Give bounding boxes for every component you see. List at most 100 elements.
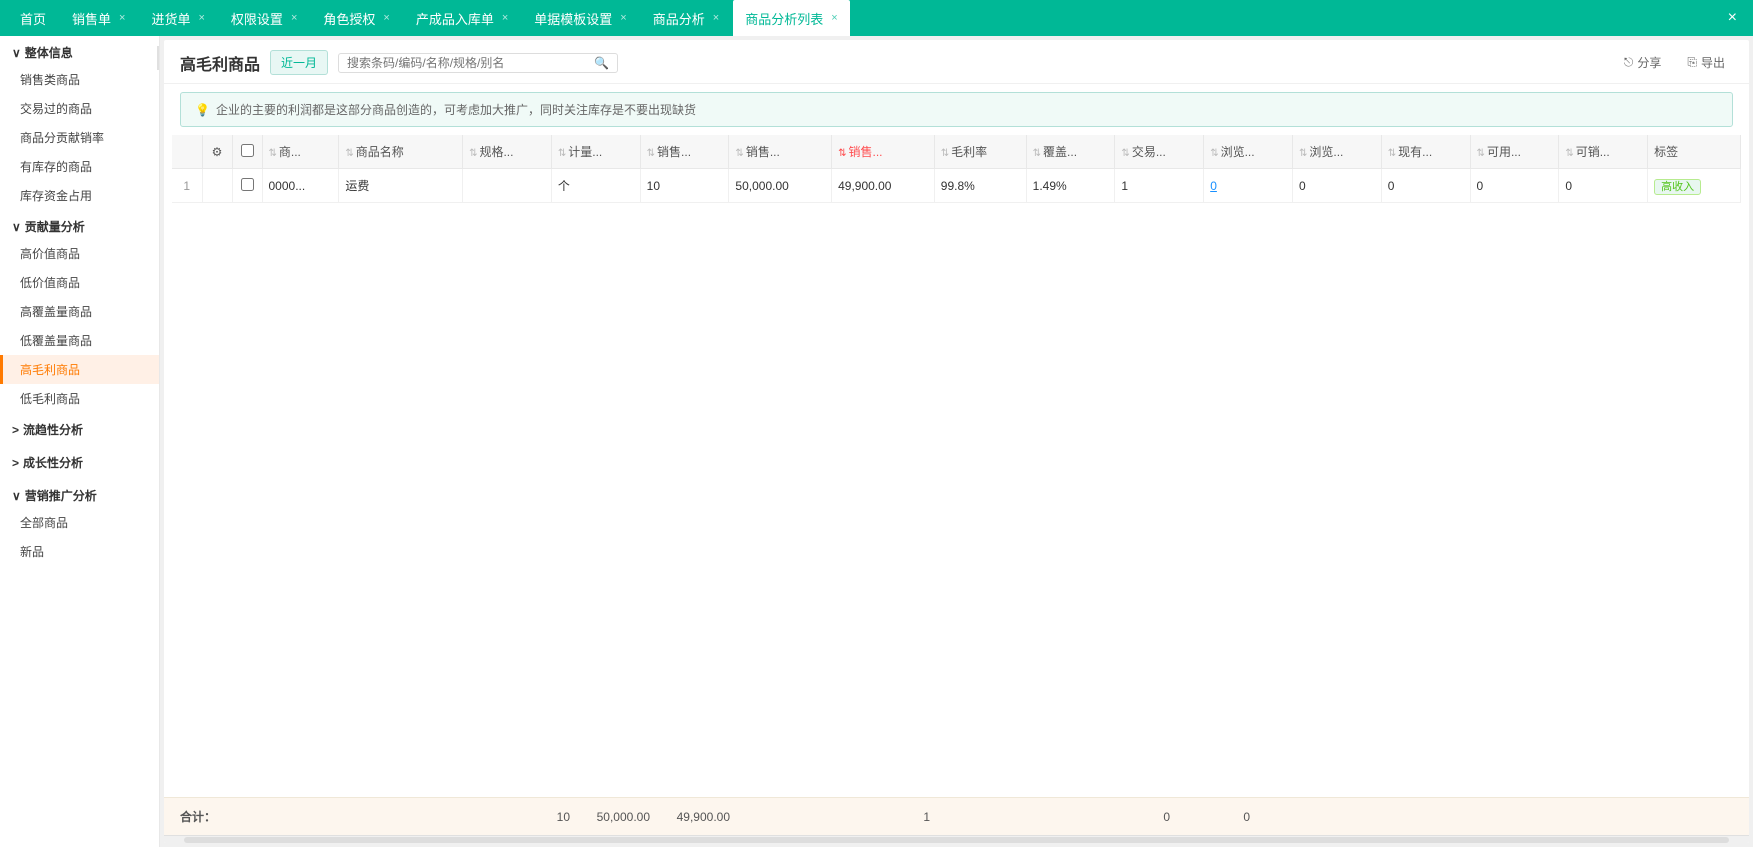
export-icon: ⎘ — [1687, 55, 1697, 70]
data-table: ⚙ ⇅商... ⇅商品名称 ⇅规格... ⇅计量... ⇅销售... ⇅销售..… — [172, 135, 1741, 203]
sidebar-group-growth[interactable]: > 成长性分析 — [0, 446, 159, 479]
share-label: 分享 — [1637, 54, 1661, 71]
sidebar-item-low-margin[interactable]: 低毛利商品 — [0, 384, 159, 413]
col-trade[interactable]: ⇅交易... — [1115, 135, 1204, 169]
col-name[interactable]: ⇅商品名称 — [339, 135, 463, 169]
footer-sales2: 50,000.00 — [580, 810, 660, 824]
nav-item-role[interactable]: 角色授权 × — [311, 0, 401, 36]
nav-label-role: 角色授权 — [323, 9, 375, 28]
sidebar-item-goods-contribution[interactable]: 商品分贡献销率 — [0, 123, 159, 152]
nav-item-template[interactable]: 单据模板设置 × — [522, 0, 638, 36]
cell-available: 0 — [1470, 169, 1559, 203]
cell-sales2: 50,000.00 — [729, 169, 832, 203]
col-sales1[interactable]: ⇅销售... — [640, 135, 729, 169]
sidebar-item-low-coverage[interactable]: 低覆盖量商品 — [0, 326, 159, 355]
sidebar-item-high-margin[interactable]: 高毛利商品 — [0, 355, 159, 384]
export-button[interactable]: ⎘ 导出 — [1679, 50, 1733, 75]
sidebar-item-stock-capital[interactable]: 库存资金占用 — [0, 181, 159, 210]
cell-view1: 0 — [1204, 169, 1293, 203]
sidebar-item-in-stock[interactable]: 有库存的商品 — [0, 152, 159, 181]
sidebar-item-new-goods[interactable]: 新品 — [0, 537, 159, 566]
view1-link[interactable]: 0 — [1210, 179, 1217, 193]
nav-close-template[interactable]: × — [620, 12, 626, 24]
cell-spec — [463, 169, 552, 203]
nav-item-analysis-list[interactable]: 商品分析列表 × — [733, 0, 849, 36]
col-unit[interactable]: ⇅计量... — [551, 135, 640, 169]
col-current[interactable]: ⇅现有... — [1381, 135, 1470, 169]
content-area: 高毛利商品 近一月 🔍 ⎋ 分享 ⎘ 导出 💡 企业的主要的利润都是这部分商品创… — [164, 40, 1749, 843]
cell-view2: 0 — [1292, 169, 1381, 203]
sidebar-item-traded-goods[interactable]: 交易过的商品 — [0, 94, 159, 123]
sidebar-group-marketing-label: 营销推广分析 — [25, 487, 97, 504]
info-text: 企业的主要的利润都是这部分商品创造的，可考虑加大推广，同时关注库存是不要出现缺货 — [216, 101, 696, 118]
nav-item-sales[interactable]: 销售单 × — [60, 0, 137, 36]
period-button[interactable]: 近一月 — [270, 50, 328, 75]
nav-label-template: 单据模板设置 — [534, 9, 612, 28]
sidebar-item-high-coverage[interactable]: 高覆盖量商品 — [0, 297, 159, 326]
sidebar-item-high-value[interactable]: 高价值商品 — [0, 239, 159, 268]
share-button[interactable]: ⎋ 分享 — [1616, 50, 1670, 75]
search-input[interactable] — [347, 56, 590, 70]
nav-close-analysis-list[interactable]: × — [831, 12, 837, 24]
sidebar-group-marketing[interactable]: ∨ 营销推广分析 — [0, 479, 159, 508]
sidebar-group-overall[interactable]: ∨ 整体信息 — [0, 36, 159, 65]
nav-close-product-inbound[interactable]: × — [502, 12, 508, 24]
sidebar: « ∨ 整体信息 销售类商品 交易过的商品 商品分贡献销率 有库存的商品 库存资… — [0, 36, 160, 847]
nav-close-purchase[interactable]: × — [198, 12, 204, 24]
sidebar-group-overall-label: 整体信息 — [25, 44, 73, 61]
col-sales2[interactable]: ⇅销售... — [729, 135, 832, 169]
sidebar-item-sales-goods[interactable]: 销售类商品 — [0, 65, 159, 94]
sidebar-item-low-value[interactable]: 低价值商品 — [0, 268, 159, 297]
nav-close-role[interactable]: × — [383, 12, 389, 24]
sidebar-group-contribution[interactable]: ∨ 贡献量分析 — [0, 210, 159, 239]
nav-label-product-inbound: 产成品入库单 — [416, 9, 494, 28]
cell-checkbox — [232, 169, 262, 203]
table-wrap: ⚙ ⇅商... ⇅商品名称 ⇅规格... ⇅计量... ⇅销售... ⇅销售..… — [164, 135, 1749, 797]
col-view1[interactable]: ⇅浏览... — [1204, 135, 1293, 169]
nav-close-permission[interactable]: × — [291, 12, 297, 24]
col-settings[interactable]: ⚙ — [202, 135, 232, 169]
main-layout: « ∨ 整体信息 销售类商品 交易过的商品 商品分贡献销率 有库存的商品 库存资… — [0, 36, 1753, 847]
nav-label-sales: 销售单 — [72, 9, 111, 28]
nav-label-purchase: 进货单 — [151, 9, 190, 28]
top-nav: 首页 销售单 × 进货单 × 权限设置 × 角色授权 × 产成品入库单 × 单据… — [0, 0, 1753, 36]
chevron-right-icon-2: > — [12, 456, 19, 470]
nav-item-permission[interactable]: 权限设置 × — [219, 0, 309, 36]
close-all-button[interactable]: × — [1720, 9, 1745, 27]
sidebar-item-all-goods[interactable]: 全部商品 — [0, 508, 159, 537]
bottom-scrollbar[interactable] — [164, 835, 1749, 843]
col-coverage[interactable]: ⇅覆盖... — [1026, 135, 1115, 169]
nav-item-home[interactable]: 首页 — [8, 0, 58, 36]
footer-label: 合计： — [180, 808, 240, 825]
col-view2[interactable]: ⇅浏览... — [1292, 135, 1381, 169]
nav-item-analysis[interactable]: 商品分析 × — [641, 0, 731, 36]
col-spec[interactable]: ⇅规格... — [463, 135, 552, 169]
col-num — [172, 135, 202, 169]
sidebar-collapse-button[interactable]: « — [157, 46, 160, 70]
nav-label-permission: 权限设置 — [231, 9, 283, 28]
table-row: 1 0000... 运费 个 10 50,000.00 49,900.00 99… — [172, 169, 1741, 203]
col-available[interactable]: ⇅可用... — [1470, 135, 1559, 169]
sidebar-group-flow[interactable]: > 流趋性分析 — [0, 413, 159, 446]
footer-current: 0 — [1100, 810, 1180, 824]
row-checkbox[interactable] — [241, 178, 254, 191]
col-sales3[interactable]: ⇅销售... — [832, 135, 935, 169]
cell-gross-rate: 99.8% — [934, 169, 1026, 203]
col-saleable[interactable]: ⇅可销... — [1559, 135, 1648, 169]
col-gross-rate[interactable]: ⇅毛利率 — [934, 135, 1026, 169]
col-code[interactable]: ⇅商... — [262, 135, 339, 169]
chevron-down-icon-3: ∨ — [12, 489, 21, 503]
col-tag: 标签 — [1648, 135, 1741, 169]
cell-current: 0 — [1381, 169, 1470, 203]
cell-unit: 个 — [551, 169, 640, 203]
cell-coverage: 1.49% — [1026, 169, 1115, 203]
search-icon[interactable]: 🔍 — [594, 56, 609, 70]
info-banner: 💡 企业的主要的利润都是这部分商品创造的，可考虑加大推广，同时关注库存是不要出现… — [180, 92, 1733, 127]
select-all-checkbox[interactable] — [241, 144, 254, 157]
nav-item-purchase[interactable]: 进货单 × — [139, 0, 216, 36]
nav-item-product-inbound[interactable]: 产成品入库单 × — [404, 0, 520, 36]
chevron-down-icon-2: ∨ — [12, 220, 21, 234]
nav-close-analysis[interactable]: × — [713, 12, 719, 24]
nav-close-sales[interactable]: × — [119, 12, 125, 24]
sidebar-group-growth-label: 成长性分析 — [23, 454, 83, 471]
